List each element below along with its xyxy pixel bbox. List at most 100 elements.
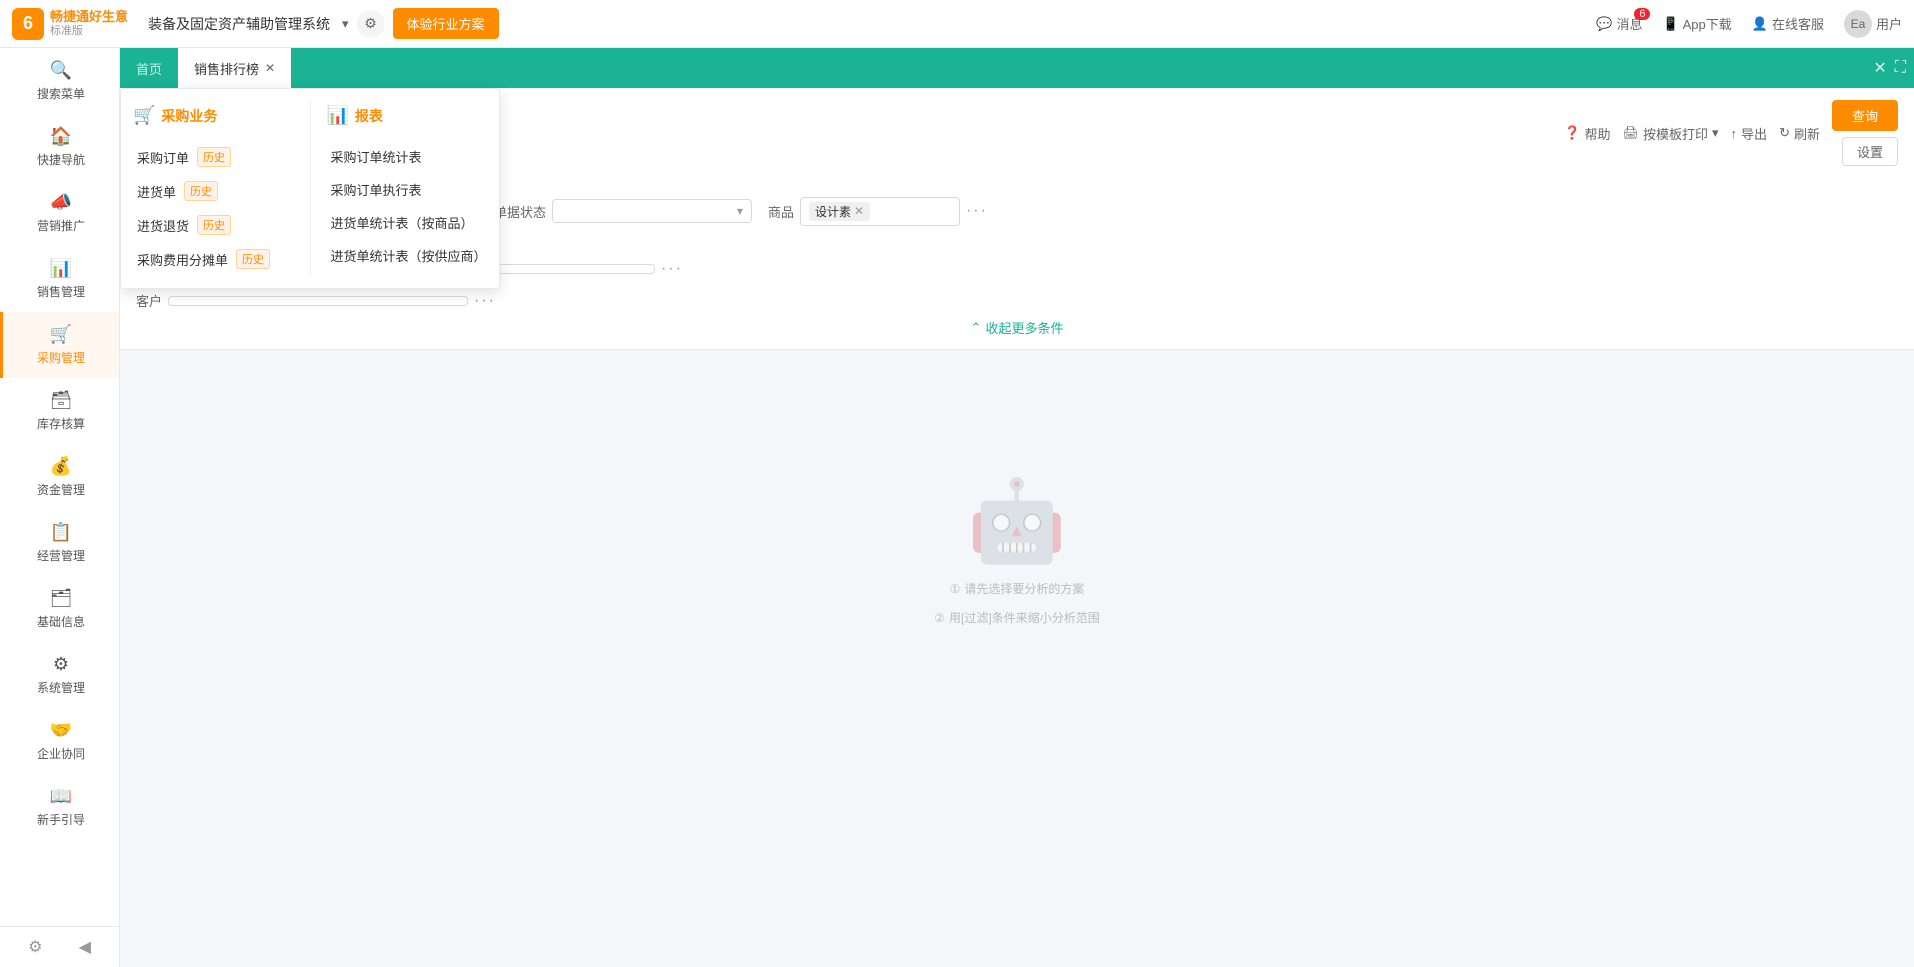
set-button[interactable]: 设置 bbox=[1842, 137, 1898, 166]
sidebar-bottom: ⚙ ◀ bbox=[0, 926, 119, 967]
online-service-button[interactable]: 👤 在线客服 bbox=[1752, 14, 1824, 33]
hist-badge: 历史 bbox=[197, 215, 231, 235]
collapse-button[interactable]: ⌃ 收起更多条件 bbox=[971, 318, 1064, 337]
empty-illustration: 🤖 bbox=[967, 474, 1067, 568]
logo-main: 畅捷通好生意 bbox=[50, 9, 128, 25]
menu-col-purchase-title: 🛒 采购业务 bbox=[133, 101, 294, 130]
sidebar-item-label: 快捷导航 bbox=[37, 151, 85, 168]
sidebar-item-label: 库存核算 bbox=[37, 415, 85, 432]
sales-icon: 📊 bbox=[50, 258, 72, 279]
sidebar-item-label: 基础信息 bbox=[37, 613, 85, 630]
phone-icon: 📱 bbox=[1662, 16, 1678, 32]
operation-icon: 📋 bbox=[50, 522, 72, 543]
sidebar-item-label: 系统管理 bbox=[37, 679, 85, 696]
export-button[interactable]: ↑ 导出 bbox=[1731, 124, 1768, 143]
sidebar-item-label: 营销推广 bbox=[37, 217, 85, 234]
menu-item-incoming-supplier[interactable]: 进货单统计表（按供应商） bbox=[327, 239, 488, 272]
refresh-button[interactable]: ↻ 刷新 bbox=[1779, 124, 1820, 143]
status-label: 单据状态 bbox=[494, 202, 546, 221]
system-icon: ⚙ bbox=[53, 654, 69, 675]
filter-customer: 客户 ··· bbox=[136, 291, 496, 310]
newguide-icon: 📖 bbox=[50, 786, 72, 807]
print-button[interactable]: 🖨 按模板打印 ▾ bbox=[1622, 124, 1718, 143]
filter-goods: 商品 设计素 ✕ ··· bbox=[768, 197, 988, 226]
sidebar-item-newguide[interactable]: 📖 新手引导 bbox=[0, 774, 119, 840]
menu-item-order-exec[interactable]: 采购订单执行表 bbox=[327, 173, 488, 206]
tab-bar-actions: ✕ ⛶ bbox=[1873, 58, 1914, 78]
menu-col-purchase: 🛒 采购业务 采购订单 历史 进货单 历史 进货退货 历史 bbox=[121, 101, 306, 276]
goods-control[interactable]: 设计素 ✕ bbox=[800, 197, 960, 226]
gear-button[interactable]: ⚙ bbox=[357, 10, 385, 38]
message-button[interactable]: 💬 消息 6 bbox=[1596, 14, 1642, 33]
empty-hint-1: ① 请先选择要分析的方案 bbox=[950, 580, 1085, 597]
query-button[interactable]: 查询 bbox=[1832, 100, 1898, 131]
filter-row-3: 客户 ··· bbox=[136, 291, 1898, 310]
sidebar-item-inventory[interactable]: 🗃 库存核算 bbox=[0, 378, 119, 444]
tab-expand-button[interactable]: ⛶ bbox=[1895, 59, 1906, 77]
customer-more-icon[interactable]: ··· bbox=[474, 292, 496, 310]
sidebar-collapse-btn[interactable]: ◀ bbox=[79, 937, 91, 957]
sidebar-item-quicknav[interactable]: 🏠 快捷导航 bbox=[0, 114, 119, 180]
print-icon: 🖨 bbox=[1622, 125, 1639, 141]
title-dropdown-icon[interactable]: ▾ bbox=[342, 16, 349, 32]
sidebar-item-label: 资金管理 bbox=[37, 481, 85, 498]
menu-item-purchase-order[interactable]: 采购订单 历史 bbox=[133, 140, 294, 174]
sidebar-item-basicinfo[interactable]: 🗂 基础信息 bbox=[0, 576, 119, 642]
goods-tag-close[interactable]: ✕ bbox=[854, 204, 864, 218]
inventory-icon: 🗃 bbox=[50, 390, 73, 411]
menu-col-reports-title: 📊 报表 bbox=[327, 101, 488, 130]
service-icon: 👤 bbox=[1752, 16, 1768, 32]
filter-status: 单据状态 ▾ bbox=[494, 199, 752, 223]
collapse-row: ⌃ 收起更多条件 bbox=[136, 318, 1898, 337]
sidebar-item-operation[interactable]: 📋 经营管理 bbox=[0, 510, 119, 576]
goods-more-icon[interactable]: ··· bbox=[966, 202, 988, 220]
home-icon: 🏠 bbox=[50, 126, 72, 147]
menu-divider bbox=[310, 101, 311, 276]
reports-menu-icon: 📊 bbox=[327, 105, 349, 126]
sidebar-settings-btn[interactable]: ⚙ bbox=[28, 937, 42, 957]
sidebar-item-system[interactable]: ⚙ 系统管理 bbox=[0, 642, 119, 708]
system-title: 装备及固定资产辅助管理系统 bbox=[148, 14, 330, 34]
user-avatar: Ea bbox=[1844, 10, 1872, 38]
menu-item-incoming[interactable]: 进货单 历史 bbox=[133, 174, 294, 208]
user-button[interactable]: Ea 用户 bbox=[1844, 10, 1902, 38]
goods-tag: 设计素 ✕ bbox=[809, 202, 870, 221]
sidebar-item-label: 经营管理 bbox=[37, 547, 85, 564]
app-download-button[interactable]: 📱 App下载 bbox=[1662, 14, 1731, 33]
menu-item-return[interactable]: 进货退货 历史 bbox=[133, 208, 294, 242]
menu-item-order-stat[interactable]: 采购订单统计表 bbox=[327, 140, 488, 173]
empty-hint-2: ② 用[过滤]条件来缩小分析范围 bbox=[934, 609, 1099, 626]
purchase-icon: 🛒 bbox=[50, 324, 72, 345]
hist-badge: 历史 bbox=[184, 181, 218, 201]
status-arrow-icon: ▾ bbox=[737, 204, 743, 218]
tab-close-all-button[interactable]: ✕ bbox=[1873, 58, 1886, 78]
logo-icon: 6 bbox=[12, 8, 44, 40]
goods-label: 商品 bbox=[768, 202, 794, 221]
finance-icon: 💰 bbox=[50, 456, 72, 477]
search-icon: 🔍 bbox=[50, 60, 72, 81]
menu-item-expense[interactable]: 采购费用分摊单 历史 bbox=[133, 242, 294, 276]
empty-state: 🤖 ① 请先选择要分析的方案 ② 用[过滤]条件来缩小分析范围 bbox=[120, 350, 1914, 750]
dropdown-menu: 🛒 采购业务 采购订单 历史 进货单 历史 进货退货 历史 bbox=[120, 88, 500, 289]
logo-sub: 标准版 bbox=[50, 25, 128, 38]
sidebar-item-sales[interactable]: 📊 销售管理 bbox=[0, 246, 119, 312]
sidebar-item-enterprise[interactable]: 🤝 企业协同 bbox=[0, 708, 119, 774]
export-icon: ↑ bbox=[1731, 126, 1738, 141]
sidebar-item-marketing[interactable]: 📣 营销推广 bbox=[0, 180, 119, 246]
tab-close-icon[interactable]: ✕ bbox=[265, 61, 275, 75]
customer-control[interactable] bbox=[168, 296, 468, 306]
salesman-more-icon[interactable]: ··· bbox=[661, 260, 683, 278]
sidebar-item-search[interactable]: 🔍 搜索菜单 bbox=[0, 48, 119, 114]
purchase-menu-icon: 🛒 bbox=[133, 105, 155, 126]
tab-sales-rank[interactable]: 销售排行榜 ✕ bbox=[178, 48, 291, 88]
menu-item-incoming-goods[interactable]: 进货单统计表（按商品） bbox=[327, 206, 488, 239]
top-header: 6 畅捷通好生意 标准版 装备及固定资产辅助管理系统 ▾ ⚙ 体验行业方案 💬 … bbox=[0, 0, 1914, 48]
status-control[interactable]: ▾ bbox=[552, 199, 752, 223]
industry-button[interactable]: 体验行业方案 bbox=[393, 8, 499, 39]
basicinfo-icon: 🗂 bbox=[50, 588, 73, 609]
sidebar-item-finance[interactable]: 💰 资金管理 bbox=[0, 444, 119, 510]
tab-home[interactable]: 首页 bbox=[120, 48, 178, 88]
enterprise-icon: 🤝 bbox=[50, 720, 72, 741]
sidebar-item-purchase[interactable]: 🛒 采购管理 bbox=[0, 312, 119, 378]
help-button[interactable]: ❓ 帮助 bbox=[1564, 124, 1610, 143]
